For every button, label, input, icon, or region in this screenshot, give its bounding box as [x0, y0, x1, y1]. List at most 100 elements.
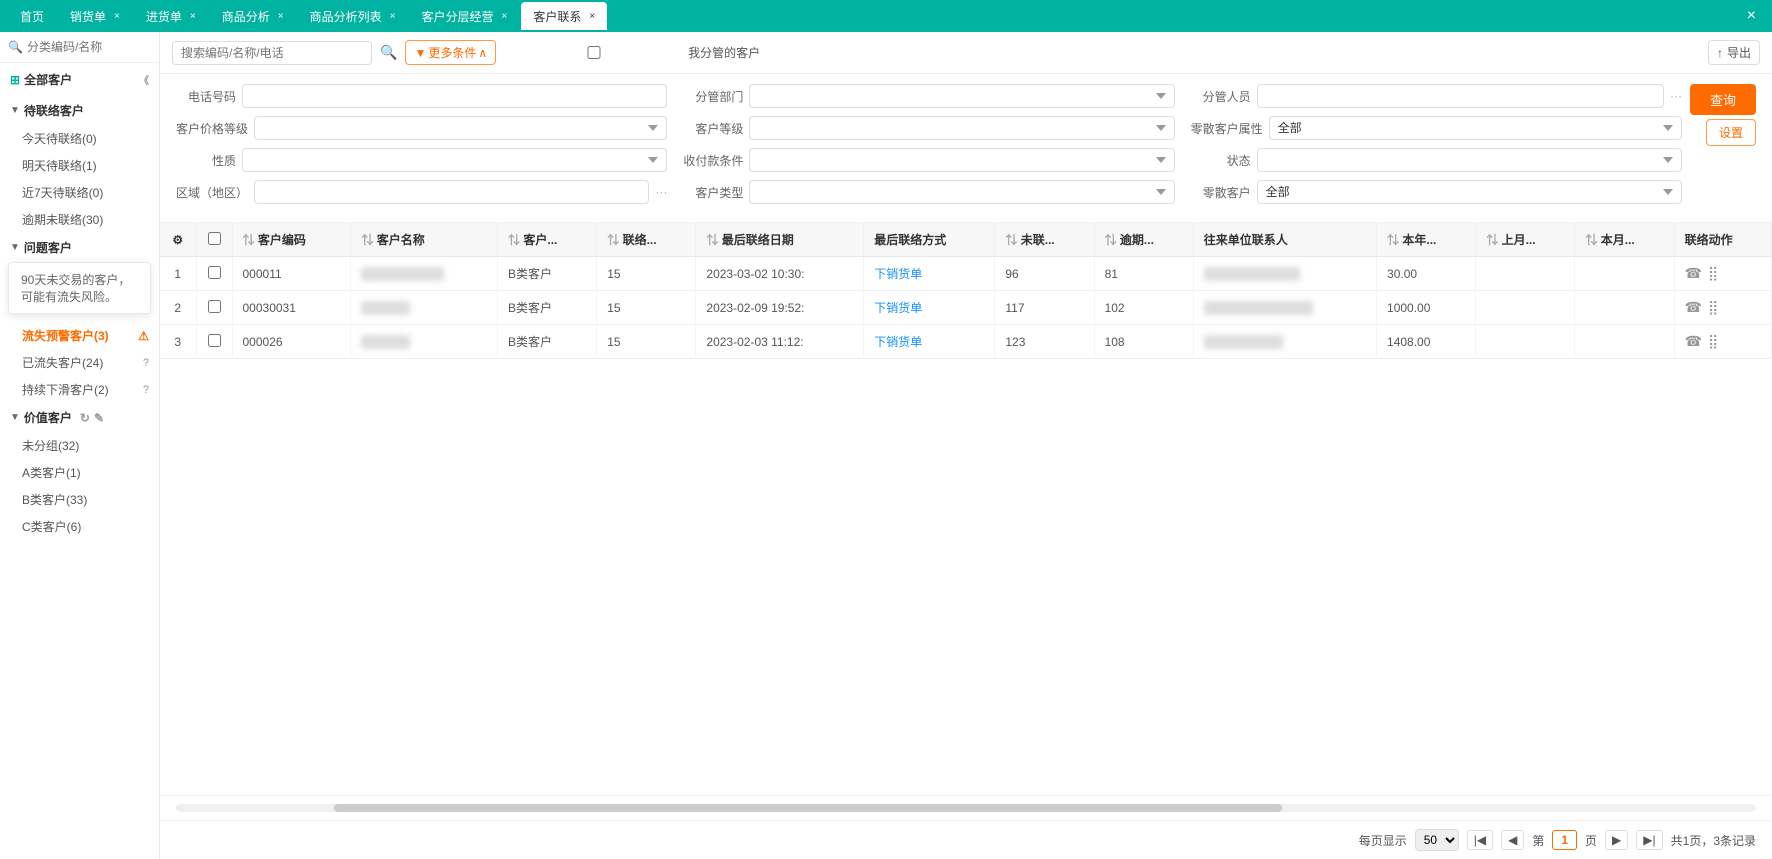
my-customers-checkbox[interactable]: 我分管的客户	[504, 44, 760, 61]
contact-method-link[interactable]: 下销货单	[874, 335, 922, 349]
edit-icon[interactable]: ✎	[94, 411, 104, 425]
row-checkbox[interactable]	[196, 257, 232, 291]
sidebar-item-b-class[interactable]: B类客户(33)	[0, 486, 159, 513]
dept-select[interactable]	[749, 84, 1174, 108]
close-analysis-tab[interactable]: ×	[278, 11, 284, 22]
export-button[interactable]: ↑ 导出	[1708, 40, 1760, 65]
next-page-button[interactable]: ▶	[1605, 830, 1628, 850]
row-last-contact-method[interactable]: 下销货单	[864, 325, 995, 359]
row-checkbox[interactable]	[196, 291, 232, 325]
sidebar-item-today-contact[interactable]: 今天待联络(0)	[0, 125, 159, 152]
sidebar-item-tomorrow-contact[interactable]: 明天待联络(1)	[0, 152, 159, 179]
per-page-select[interactable]: 50	[1415, 829, 1459, 851]
row-select-checkbox[interactable]	[208, 266, 221, 279]
close-sales-tab[interactable]: ×	[114, 11, 120, 22]
row-select-checkbox[interactable]	[208, 300, 221, 313]
sidebar-group-value-customers[interactable]: ▼ 价值客户 ↻ ✎	[0, 403, 159, 432]
filter-cell-gender: 性质	[176, 148, 667, 172]
col-related-person: 往来单位联系人	[1193, 223, 1376, 257]
more-action-icon[interactable]: ⣿	[1708, 299, 1718, 316]
col-checkbox-all[interactable]	[196, 223, 232, 257]
row-last-contact-method[interactable]: 下销货单	[864, 291, 995, 325]
manager-dots[interactable]: ···	[1670, 89, 1682, 103]
data-table-container: ⚙ ⇅ 客户编码 ⇅ 客户名称 ⇅ 客户...	[160, 223, 1772, 795]
row-unlocked: 123	[995, 325, 1094, 359]
tab-home[interactable]: 首页	[8, 2, 56, 30]
more-action-icon[interactable]: ⣿	[1708, 265, 1718, 282]
my-customers-check[interactable]	[504, 46, 684, 59]
row-actions: ☎ ⣿	[1674, 257, 1771, 291]
close-analysis-list-tab[interactable]: ×	[390, 11, 396, 22]
contact-method-link[interactable]: 下销货单	[874, 301, 922, 315]
close-purchase-tab[interactable]: ×	[190, 11, 196, 22]
status-select[interactable]	[1257, 148, 1682, 172]
filter-cell-dept: 分管部门	[683, 84, 1174, 108]
manager-input[interactable]	[1257, 84, 1664, 108]
phone-input[interactable]	[242, 84, 667, 108]
zero-attr-select[interactable]: 全部	[1269, 116, 1682, 140]
row-select-checkbox[interactable]	[208, 334, 221, 347]
contact-method-link[interactable]: 下销货单	[874, 267, 922, 281]
sidebar-item-a-class[interactable]: A类客户(1)	[0, 459, 159, 486]
sidebar-group-problem-customers[interactable]: ▼ 问题客户	[0, 233, 159, 262]
filter-cell-region: 区域（地区） ···	[176, 180, 667, 204]
row-last-contact-method[interactable]: 下销货单	[864, 257, 995, 291]
sidebar-item-churned[interactable]: 已流失客户(24) ?	[0, 349, 159, 376]
sidebar-item-c-class[interactable]: C类客户(6)	[0, 513, 159, 540]
col-settings[interactable]: ⚙	[160, 223, 196, 257]
row-last-month	[1476, 257, 1575, 291]
payment-select[interactable]	[749, 148, 1174, 172]
horizontal-scrollbar[interactable]	[176, 804, 1756, 812]
tab-analysis[interactable]: 商品分析 ×	[210, 2, 296, 30]
search-input[interactable]	[172, 41, 372, 65]
query-button[interactable]: 查询	[1690, 84, 1756, 115]
tab-customer-contact[interactable]: 客户联系 ×	[521, 2, 607, 30]
sidebar-item-declining[interactable]: 持续下滑客户(2) ?	[0, 376, 159, 403]
sidebar-item-churn-warning[interactable]: 流失预警客户(3) ⚠	[0, 322, 159, 349]
sidebar-search-input[interactable]	[27, 40, 160, 54]
sidebar-item-7day-contact[interactable]: 近7天待联络(0)	[0, 179, 159, 206]
region-input[interactable]	[254, 180, 649, 204]
last-page-button[interactable]: ▶|	[1636, 830, 1662, 850]
content-area: 🔍 ▼ 更多条件 ∧ 我分管的客户 ↑ 导出	[160, 32, 1772, 859]
gender-select[interactable]	[242, 148, 667, 172]
row-current-year: 1408.00	[1377, 325, 1476, 359]
filter-cell-customer-type: 客户类型	[683, 180, 1174, 204]
prev-page-button[interactable]: ◀	[1501, 830, 1524, 850]
row-unlocked: 96	[995, 257, 1094, 291]
more-conditions-button[interactable]: ▼ 更多条件 ∧	[405, 40, 496, 65]
settings-button[interactable]: 设置	[1706, 119, 1756, 146]
price-level-select[interactable]	[254, 116, 667, 140]
customer-type-select[interactable]	[749, 180, 1174, 204]
contact-action-icon[interactable]: ☎	[1685, 299, 1702, 316]
row-name: ██	[351, 291, 498, 325]
search-button[interactable]: 🔍	[380, 44, 397, 61]
sidebar-group-pending-contact[interactable]: ▼ 待联络客户	[0, 96, 159, 125]
sidebar-collapse-icon[interactable]: 《	[139, 72, 149, 87]
sidebar-all-customers[interactable]: ⊞ 全部客户 《	[0, 63, 159, 96]
select-all-checkbox[interactable]	[208, 232, 221, 245]
refresh-icon[interactable]: ↻	[80, 411, 90, 425]
customer-level-select[interactable]	[749, 116, 1174, 140]
region-dots[interactable]: ···	[655, 185, 667, 199]
sidebar-item-unclassified[interactable]: 未分组(32)	[0, 432, 159, 459]
tab-analysis-list[interactable]: 商品分析列表 ×	[298, 2, 408, 30]
sidebar-item-overdue-contact[interactable]: 逾期未联络(30)	[0, 206, 159, 233]
more-action-icon[interactable]: ⣿	[1708, 333, 1718, 350]
row-checkbox[interactable]	[196, 325, 232, 359]
row-current-month	[1575, 257, 1674, 291]
zero-customer-select[interactable]: 全部	[1257, 180, 1682, 204]
row-last-contact-date: 2023-02-09 19:52:	[696, 291, 864, 325]
first-page-button[interactable]: |◀	[1467, 830, 1493, 850]
sort-icon-10: ⇅	[1585, 233, 1597, 247]
contact-action-icon[interactable]: ☎	[1685, 265, 1702, 282]
tab-purchase[interactable]: 进货单 ×	[134, 2, 208, 30]
close-window-button[interactable]: ×	[1739, 7, 1764, 25]
close-customer-contact-tab[interactable]: ×	[589, 11, 595, 22]
contact-action-icon[interactable]: ☎	[1685, 333, 1702, 350]
close-customer-tier-tab[interactable]: ×	[501, 11, 507, 22]
tab-sales[interactable]: 销货单 ×	[58, 2, 132, 30]
table-header-row: ⚙ ⇅ 客户编码 ⇅ 客户名称 ⇅ 客户...	[160, 223, 1772, 257]
tab-customer-tier[interactable]: 客户分层经营 ×	[409, 2, 519, 30]
search-icon: 🔍	[8, 40, 23, 54]
